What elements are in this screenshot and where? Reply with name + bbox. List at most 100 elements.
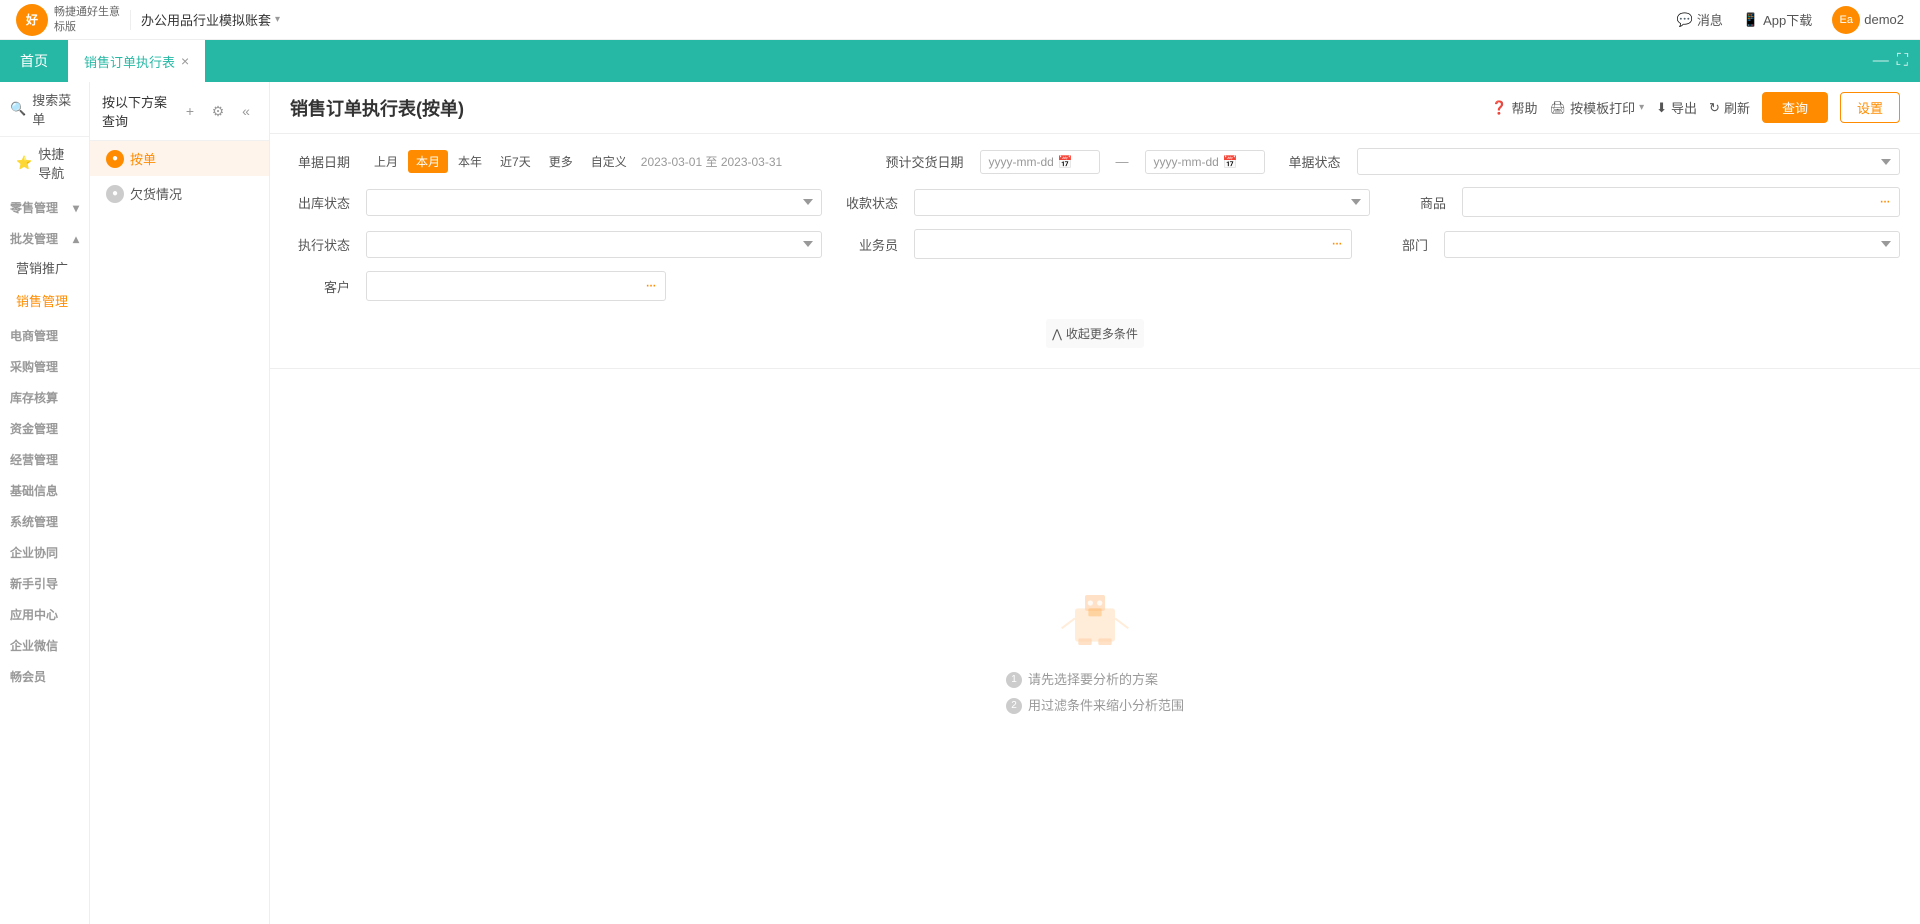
print-icon: 🖨 [1550,100,1567,116]
right-panel: 销售订单执行表(按单) ❓ 帮助 🖨 按模板打印 ▾ ⬇ [270,82,1920,924]
app-title-dropdown-arrow: ▾ [275,14,280,25]
sidebar-item-finance[interactable]: 资金管理 [0,410,89,441]
export-button[interactable]: ⬇ 导出 [1656,98,1697,117]
execution-status-label: 执行状态 [290,235,350,254]
maximize-icon[interactable]: ⛶ [1897,52,1908,70]
salesperson-picker-icon[interactable]: ··· [1331,235,1341,253]
sidebar-item-operation[interactable]: 经营管理 [0,441,89,472]
scheme-item-shortage[interactable]: ● 欠货情况 [90,176,269,211]
execution-status-select[interactable] [366,231,822,258]
sidebar-item-inventory[interactable]: 库存核算 [0,379,89,410]
data-area: 1 请先选择要分析的方案 2 用过滤条件来缩小分析范围 [270,369,1920,924]
chevron-down-icon: ▾ [73,201,79,215]
collapse-button[interactable]: ⋀ 收起更多条件 [1046,319,1144,348]
print-dropdown-icon: ▾ [1639,102,1644,113]
date-group: 上月 本月 本年 近7天 更多 自定义 2023-03-01 至 2023-03… [366,150,870,173]
sidebar-item-system[interactable]: 系统管理 [0,503,89,534]
scheme-item-by-order[interactable]: ● 按单 [90,141,269,176]
date-tab-custom[interactable]: 自定义 [583,150,635,173]
page-header: 销售订单执行表(按单) ❓ 帮助 🖨 按模板打印 ▾ ⬇ [270,82,1920,134]
sidebar-item-sales[interactable]: 销售管理 [0,284,89,317]
refresh-button[interactable]: ↻ 刷新 [1709,98,1750,117]
settings-button[interactable]: 设置 [1840,92,1900,123]
date-tab-7days[interactable]: 近7天 [492,150,539,173]
sidebar-item-newbie[interactable]: 新手引导 [0,565,89,596]
sidebar-item-member[interactable]: 畅会员 [0,658,89,689]
sidebar-item-basic-info[interactable]: 基础信息 [0,472,89,503]
sidebar-item-wechat[interactable]: 企业微信 [0,627,89,658]
sidebar-search-menu[interactable]: 🔍 搜索菜单 [0,82,89,137]
scheme-badge-active: ● [106,150,124,168]
sidebar-item-purchase[interactable]: 采购管理 [0,348,89,379]
date-tab-more[interactable]: 更多 [541,150,581,173]
tip-num-2: 2 [1006,698,1022,714]
tip-num-1: 1 [1006,672,1022,688]
topbar-left: 好 畅捷通好生意 标版 办公用品行业模拟账套 ▾ [16,4,280,36]
logo-text: 畅捷通好生意 标版 [54,5,120,34]
query-button[interactable]: 查询 [1762,92,1828,123]
calendar-icon-end: 📅 [1223,155,1238,169]
status-select[interactable] [1357,148,1901,175]
tab-close-icon[interactable]: × [181,53,189,69]
customer-picker-icon[interactable]: ··· [645,277,655,295]
date-tab-this-year[interactable]: 本年 [450,150,490,173]
app-title: 办公用品行业模拟账套 [141,10,271,29]
main-layout: 🔍 搜索菜单 ⭐ 快捷导航 零售管理 ▾ 批发管理 ▴ 营销推广 销售管理 电商… [0,82,1920,924]
collapse-panel-button[interactable]: « [235,100,257,122]
settings-scheme-button[interactable]: ⚙ [207,100,229,122]
tab-active[interactable]: 销售订单执行表 × [68,40,205,82]
expected-delivery-start[interactable]: yyyy-mm-dd 📅 [980,150,1100,174]
tip-item-1: 1 请先选择要分析的方案 [1006,667,1184,693]
page-actions: ❓ 帮助 🖨 按模板打印 ▾ ⬇ 导出 ↻ [1491,92,1900,123]
sidebar-item-app-center[interactable]: 应用中心 [0,596,89,627]
salesperson-label: 业务员 [838,235,898,254]
expected-delivery-label: 预计交货日期 [886,152,964,171]
avatar: Ea [1832,6,1860,34]
app-title-dropdown[interactable]: 办公用品行业模拟账套 ▾ [141,10,280,29]
refresh-icon: ↻ [1709,100,1720,116]
left-panel: 按以下方案查询 + ⚙ « ● 按单 ● 欠 [90,82,270,924]
empty-illustration [1055,575,1135,655]
sidebar-item-wholesale[interactable]: 批发管理 ▴ [0,220,89,251]
status-label: 单据状态 [1281,152,1341,171]
delivery-status-select[interactable] [366,189,822,216]
empty-tips: 1 请先选择要分析的方案 2 用过滤条件来缩小分析范围 [1006,667,1184,719]
message-button[interactable]: 💬 消息 [1677,10,1723,29]
filter-area: 单据日期 上月 本月 本年 近7天 更多 自定义 2023-03-01 至 20… [270,134,1920,369]
add-scheme-button[interactable]: + [179,100,201,122]
search-icon: 🔍 [10,101,26,117]
page-title: 销售订单执行表(按单) [290,95,464,121]
content-inner: 按以下方案查询 + ⚙ « ● 按单 ● 欠 [90,82,1920,924]
department-label: 部门 [1368,235,1428,254]
tabbar-actions: — ⛶ [1873,52,1920,70]
export-icon: ⬇ [1656,100,1667,116]
date-tab-last-month[interactable]: 上月 [366,150,406,173]
payment-status-select[interactable] [914,189,1370,216]
date-tab-this-month[interactable]: 本月 [408,150,448,173]
tip-item-2: 2 用过滤条件来缩小分析范围 [1006,693,1184,719]
filter-row-4: 客户 ··· [290,271,1900,301]
help-button[interactable]: ❓ 帮助 [1491,98,1537,117]
collapse-up-icon: ⋀ [1052,327,1062,341]
minimize-icon[interactable]: — [1873,52,1889,70]
message-icon: 💬 [1677,12,1693,28]
download-icon: 📱 [1743,12,1759,28]
tab-home[interactable]: 首页 [0,40,68,82]
user-profile[interactable]: Ea demo2 [1832,6,1904,34]
filter-row-2: 出库状态 收款状态 商品 ··· [290,187,1900,217]
template-print-button[interactable]: 🖨 按模板打印 ▾ [1550,98,1645,117]
calendar-icon: 📅 [1058,155,1073,169]
delivery-status-label: 出库状态 [290,193,350,212]
department-select[interactable] [1444,231,1900,258]
app-download-button[interactable]: 📱 App下载 [1743,10,1812,29]
sidebar-item-retail[interactable]: 零售管理 ▾ [0,189,89,220]
chevron-up-icon: ▴ [73,232,79,246]
logo-area: 好 畅捷通好生意 标版 [16,4,120,36]
goods-picker-icon[interactable]: ··· [1879,193,1889,211]
sidebar-item-enterprise[interactable]: 企业协同 [0,534,89,565]
date-label: 单据日期 [290,152,350,171]
sidebar-item-quick-nav[interactable]: ⭐ 快捷导航 [0,137,89,189]
sidebar-item-ecommerce[interactable]: 电商管理 [0,317,89,348]
sidebar-item-marketing[interactable]: 营销推广 [0,251,89,284]
expected-delivery-end[interactable]: yyyy-mm-dd 📅 [1145,150,1265,174]
